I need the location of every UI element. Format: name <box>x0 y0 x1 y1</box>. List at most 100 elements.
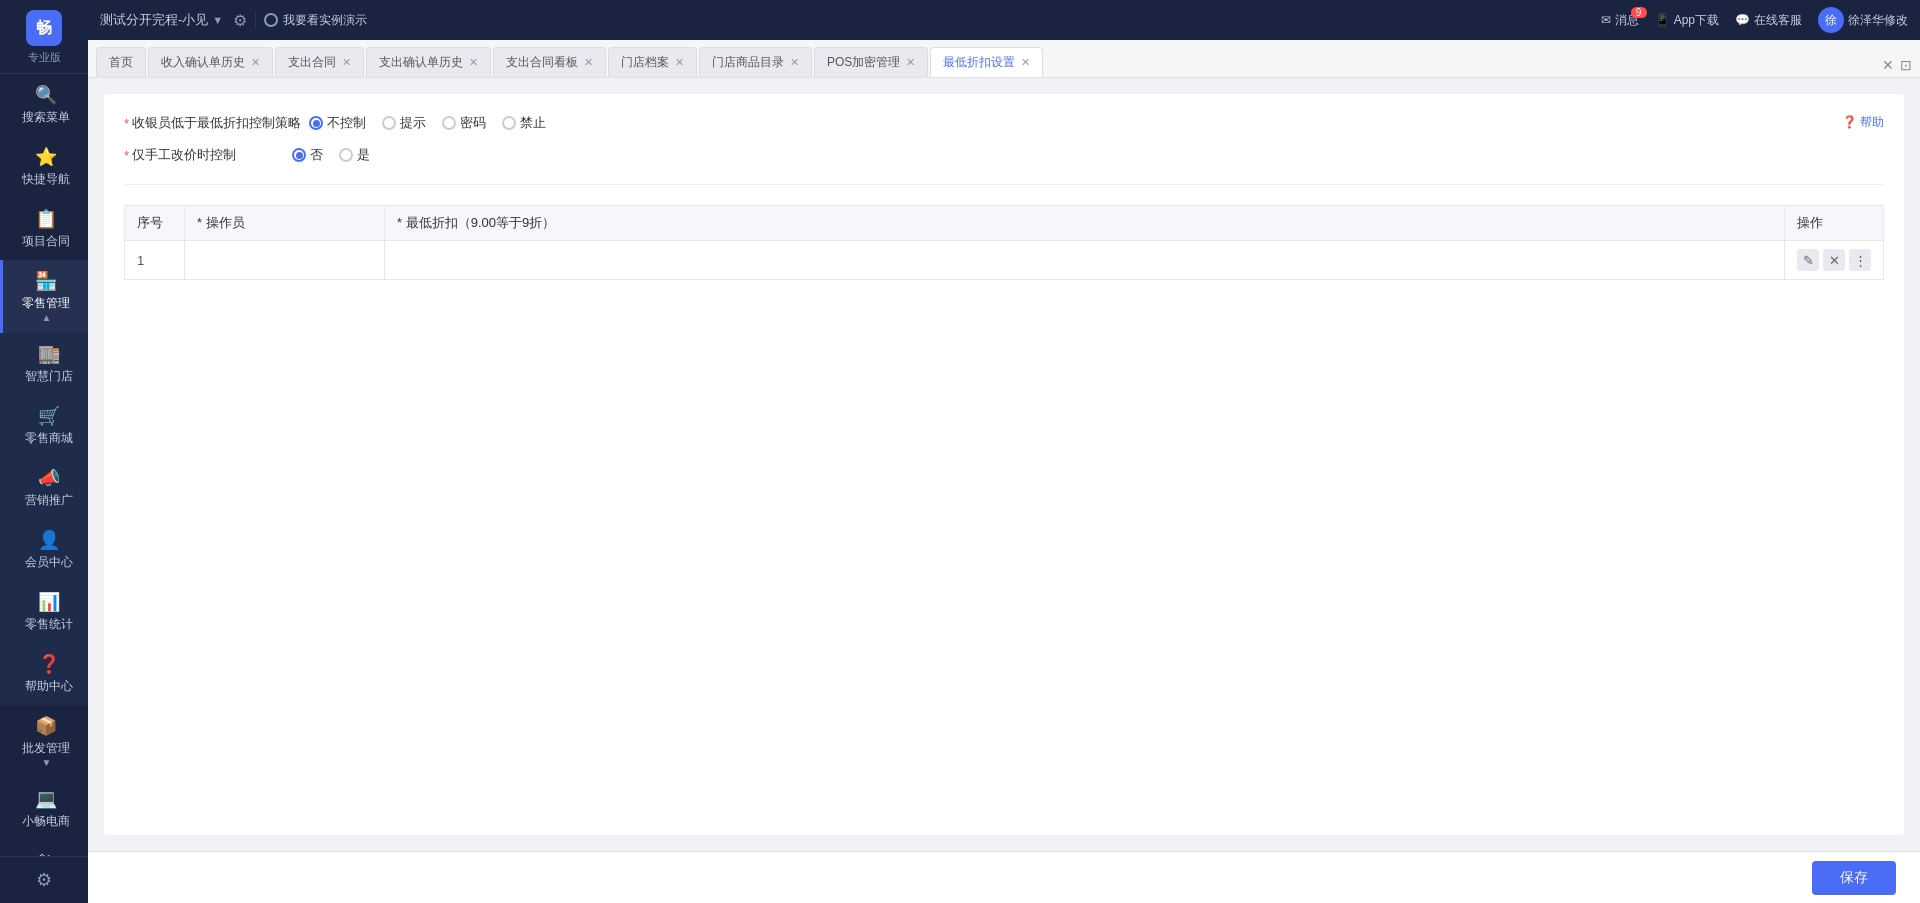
tab-payment-confirm[interactable]: 支出确认单历史 ✕ <box>366 47 491 77</box>
table-row: 1 ✎ ✕ ⋮ <box>125 241 1884 280</box>
manual-yes[interactable]: 是 <box>339 146 370 164</box>
maximize-tab-icon[interactable]: ⊡ <box>1900 57 1912 73</box>
app-download-label: App下载 <box>1674 12 1719 29</box>
sidebar-item-ecommerce-label: 小畅电商 <box>22 813 70 830</box>
user-icon: 👤 <box>38 529 60 551</box>
help-link[interactable]: ❓ 帮助 <box>1842 114 1884 131</box>
star-icon: ⭐ <box>35 146 57 168</box>
tab-store-archive-close[interactable]: ✕ <box>675 56 684 69</box>
radio-no-control-input[interactable] <box>309 116 323 130</box>
sidebar-item-search[interactable]: 🔍 搜索菜单 <box>0 74 88 136</box>
main-wrap: 测试分开完程-小见 ▼ ⚙ 我要看实例演示 ✉ 消息 9 📱 App下载 💬 在… <box>88 0 1920 903</box>
tab-income-confirm[interactable]: 收入确认单历史 ✕ <box>148 47 273 77</box>
demo-link[interactable]: 我要看实例演示 <box>264 12 367 29</box>
sidebar-item-retail-mgmt[interactable]: 🏪 零售管理 ▲ <box>0 260 88 333</box>
sidebar-item-help-center[interactable]: ❓ 帮助中心 <box>0 643 88 705</box>
policy-password[interactable]: 密码 <box>442 114 486 132</box>
col-header-operator: * 操作员 <box>185 206 385 241</box>
store-building-icon: 🏬 <box>38 343 60 365</box>
tab-payment-confirm-close[interactable]: ✕ <box>469 56 478 69</box>
project-name: 测试分开完程-小见 <box>100 11 208 29</box>
sidebar-item-ecommerce[interactable]: 💻 小畅电商 <box>0 778 88 840</box>
question-icon: ❓ <box>38 653 60 675</box>
settings-button[interactable]: ⚙ <box>36 869 52 891</box>
avatar: 徐 <box>1818 7 1844 33</box>
user-profile-button[interactable]: 徐 徐泽华修改 <box>1818 7 1908 33</box>
radio-manual-yes-input[interactable] <box>339 148 353 162</box>
tab-pos-password-close[interactable]: ✕ <box>906 56 915 69</box>
radio-manual-no-label: 否 <box>310 146 323 164</box>
policy-remind[interactable]: 提示 <box>382 114 426 132</box>
sidebar-item-help-label: 帮助中心 <box>25 678 73 695</box>
tab-store-archive[interactable]: 门店档案 ✕ <box>608 47 697 77</box>
clipboard-icon: 📋 <box>35 208 57 230</box>
service-icon: 💬 <box>1735 13 1750 27</box>
message-button[interactable]: ✉ 消息 9 <box>1601 12 1639 29</box>
page-card: ❓ 帮助 * 收银员低于最低折扣控制策略 不控制 提示 <box>104 94 1904 835</box>
online-service-label: 在线客服 <box>1754 12 1802 29</box>
sidebar-item-retail-label: 零售管理 <box>22 295 70 312</box>
tabs-bar-actions: ✕ ⊡ <box>1882 57 1912 77</box>
manual-no[interactable]: 否 <box>292 146 323 164</box>
required-star-policy: * <box>124 116 129 131</box>
online-service-button[interactable]: 💬 在线客服 <box>1735 12 1802 29</box>
bottom-bar: 保存 <box>88 851 1920 903</box>
topbar: 测试分开完程-小见 ▼ ⚙ 我要看实例演示 ✉ 消息 9 📱 App下载 💬 在… <box>88 0 1920 40</box>
cell-discount <box>385 241 1785 280</box>
app-logo-icon: 畅 <box>26 10 62 46</box>
policy-forbid[interactable]: 禁止 <box>502 114 546 132</box>
radio-forbid-input[interactable] <box>502 116 516 130</box>
sidebar-item-shortcut-label: 快捷导航 <box>22 171 70 188</box>
tab-store-products[interactable]: 门店商品目录 ✕ <box>699 47 812 77</box>
sidebar-item-smart-store[interactable]: 🏬 智慧门店 <box>0 333 88 395</box>
topbar-separator <box>255 11 256 29</box>
sidebar-item-smart-store-label: 智慧门店 <box>25 368 73 385</box>
sidebar-item-purchase-mgmt[interactable]: 🛍 采购管理 <box>0 840 88 856</box>
edit-row-button[interactable]: ✎ <box>1797 249 1819 271</box>
tab-home-label: 首页 <box>109 54 133 71</box>
radio-manual-no-input[interactable] <box>292 148 306 162</box>
package-icon: 📦 <box>35 715 57 737</box>
tab-payment-board-close[interactable]: ✕ <box>584 56 593 69</box>
close-tab-icon[interactable]: ✕ <box>1882 57 1894 73</box>
topbar-settings-icon[interactable]: ⚙ <box>233 11 247 30</box>
policy-form-row: * 收银员低于最低折扣控制策略 不控制 提示 <box>124 114 1884 132</box>
radio-remind-input[interactable] <box>382 116 396 130</box>
tab-store-products-close[interactable]: ✕ <box>790 56 799 69</box>
sidebar-item-marketing[interactable]: 📣 营销推广 <box>0 457 88 519</box>
tab-pos-password[interactable]: POS加密管理 ✕ <box>814 47 928 77</box>
sidebar-item-retail-mall[interactable]: 🛒 零售商城 <box>0 395 88 457</box>
project-selector[interactable]: 测试分开完程-小见 ▼ <box>100 11 223 29</box>
tab-payment-board[interactable]: 支出合同看板 ✕ <box>493 47 606 77</box>
radio-manual-yes-label: 是 <box>357 146 370 164</box>
message-icon: ✉ <box>1601 13 1611 27</box>
col-header-discount: * 最低折扣（9.00等于9折） <box>385 206 1785 241</box>
policy-label: * 收银员低于最低折扣控制策略 <box>124 114 301 132</box>
app-version-label: 专业版 <box>28 50 61 65</box>
sidebar-item-project-contract[interactable]: 📋 项目合同 <box>0 198 88 260</box>
sidebar-item-batch-mgmt[interactable]: 📦 批发管理 ▼ <box>0 705 88 778</box>
sidebar-item-retail-stats[interactable]: 📊 零售统计 <box>0 581 88 643</box>
radio-remind-label: 提示 <box>400 114 426 132</box>
app-download-button[interactable]: 📱 App下载 <box>1655 12 1719 29</box>
sidebar-item-member-label: 会员中心 <box>25 554 73 571</box>
sidebar-item-shortcut[interactable]: ⭐ 快捷导航 <box>0 136 88 198</box>
required-star-manual: * <box>124 148 129 163</box>
tab-home[interactable]: 首页 <box>96 47 146 77</box>
delete-row-button[interactable]: ✕ <box>1823 249 1845 271</box>
tab-income-confirm-close[interactable]: ✕ <box>251 56 260 69</box>
sidebar-menu: 🔍 搜索菜单 ⭐ 快捷导航 📋 项目合同 🏪 零售管理 ▲ 🏬 智慧门店 🛒 零… <box>0 74 88 856</box>
tab-payment-contract-close[interactable]: ✕ <box>342 56 351 69</box>
chevron-up-icon: ▲ <box>42 312 52 323</box>
sidebar-item-project-label: 项目合同 <box>22 233 70 250</box>
save-button[interactable]: 保存 <box>1812 861 1896 895</box>
tab-payment-contract[interactable]: 支出合同 ✕ <box>275 47 364 77</box>
discount-table: 序号 * 操作员 * 最低折扣（9.00等于9折） 操作 1 ✎ <box>124 205 1884 280</box>
sidebar-item-member-center[interactable]: 👤 会员中心 <box>0 519 88 581</box>
tab-min-discount-close[interactable]: ✕ <box>1021 56 1030 69</box>
radio-password-input[interactable] <box>442 116 456 130</box>
drag-row-handle[interactable]: ⋮ <box>1849 249 1871 271</box>
tab-min-discount[interactable]: 最低折扣设置 ✕ <box>930 47 1043 77</box>
demo-dot-icon <box>264 13 278 27</box>
policy-no-control[interactable]: 不控制 <box>309 114 366 132</box>
